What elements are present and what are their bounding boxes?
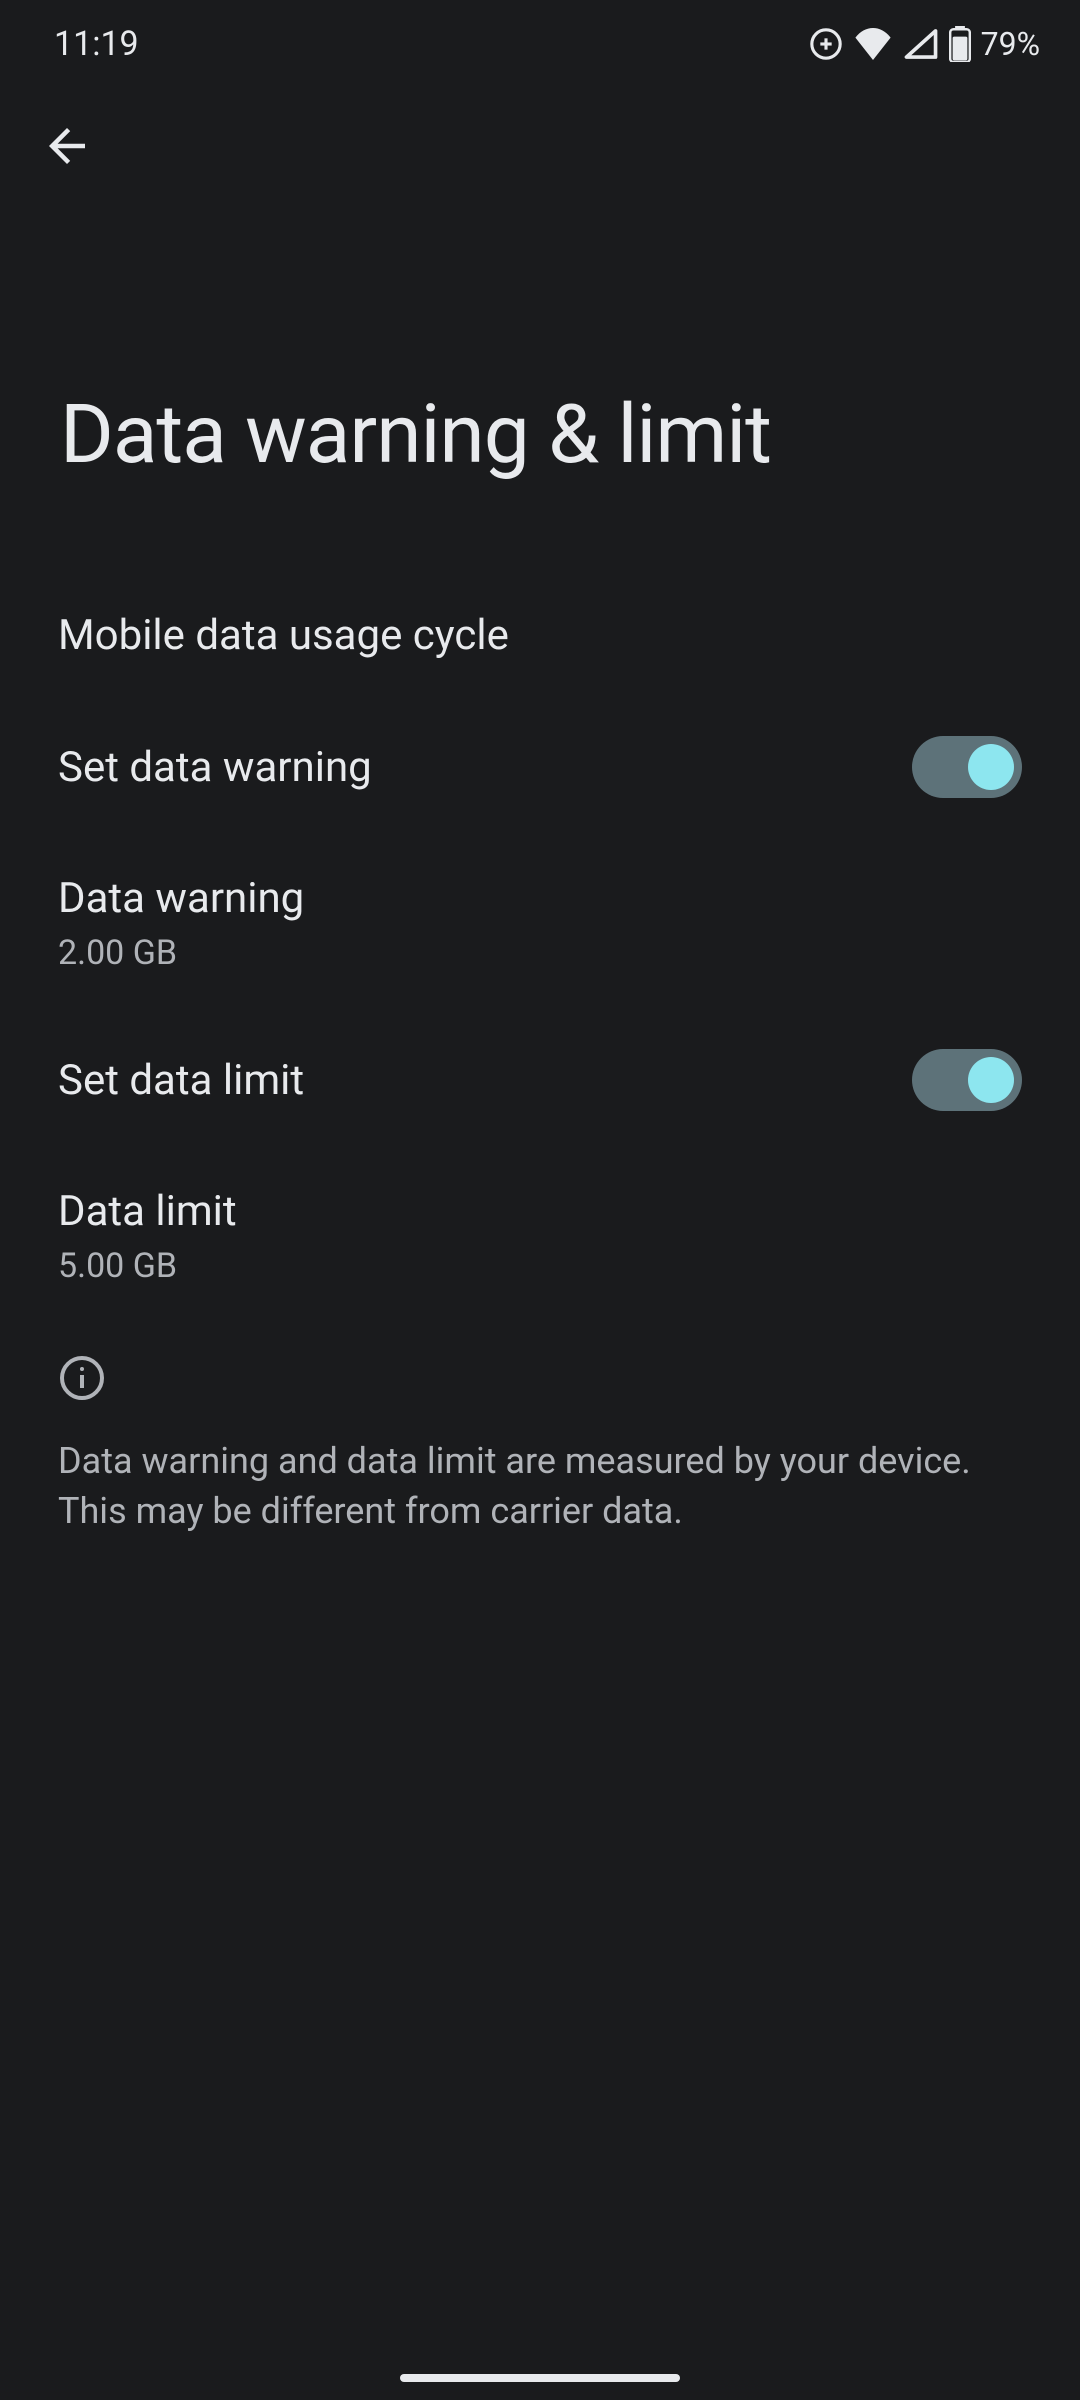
info-section: Data warning and data limit are measured… (0, 1324, 1080, 1567)
page-title: Data warning & limit (0, 177, 1080, 573)
cellular-icon (903, 28, 939, 60)
back-button[interactable] (0, 84, 1080, 177)
set-data-warning-row[interactable]: Set data warning (0, 698, 1080, 836)
data-warning-label: Data warning (58, 874, 304, 923)
toggle-thumb (968, 1057, 1014, 1103)
wifi-icon (853, 28, 893, 60)
status-bar: 11:19 79% (0, 0, 1080, 84)
info-icon (58, 1354, 1022, 1406)
status-time: 11:19 (54, 24, 139, 64)
mobile-data-cycle-label: Mobile data usage cycle (58, 611, 509, 660)
set-data-limit-label: Set data limit (58, 1056, 304, 1105)
data-warning-row[interactable]: Data warning 2.00 GB (0, 836, 1080, 1011)
set-data-limit-toggle[interactable] (912, 1049, 1022, 1111)
data-warning-value: 2.00 GB (58, 933, 304, 973)
data-limit-row[interactable]: Data limit 5.00 GB (0, 1149, 1080, 1324)
data-limit-label: Data limit (58, 1187, 237, 1236)
status-icons: 79% (809, 25, 1040, 63)
data-limit-value: 5.00 GB (58, 1246, 237, 1286)
set-data-limit-row[interactable]: Set data limit (0, 1011, 1080, 1149)
set-data-warning-toggle[interactable] (912, 736, 1022, 798)
set-data-warning-label: Set data warning (58, 743, 372, 792)
arrow-back-icon (40, 119, 94, 173)
toggle-thumb (968, 744, 1014, 790)
battery-icon (949, 26, 971, 62)
mobile-data-cycle-row[interactable]: Mobile data usage cycle (0, 573, 1080, 698)
data-saver-icon (809, 27, 843, 61)
battery-percentage: 79% (981, 25, 1040, 63)
info-text: Data warning and data limit are measured… (58, 1436, 1022, 1537)
navigation-bar-handle[interactable] (400, 2374, 680, 2382)
